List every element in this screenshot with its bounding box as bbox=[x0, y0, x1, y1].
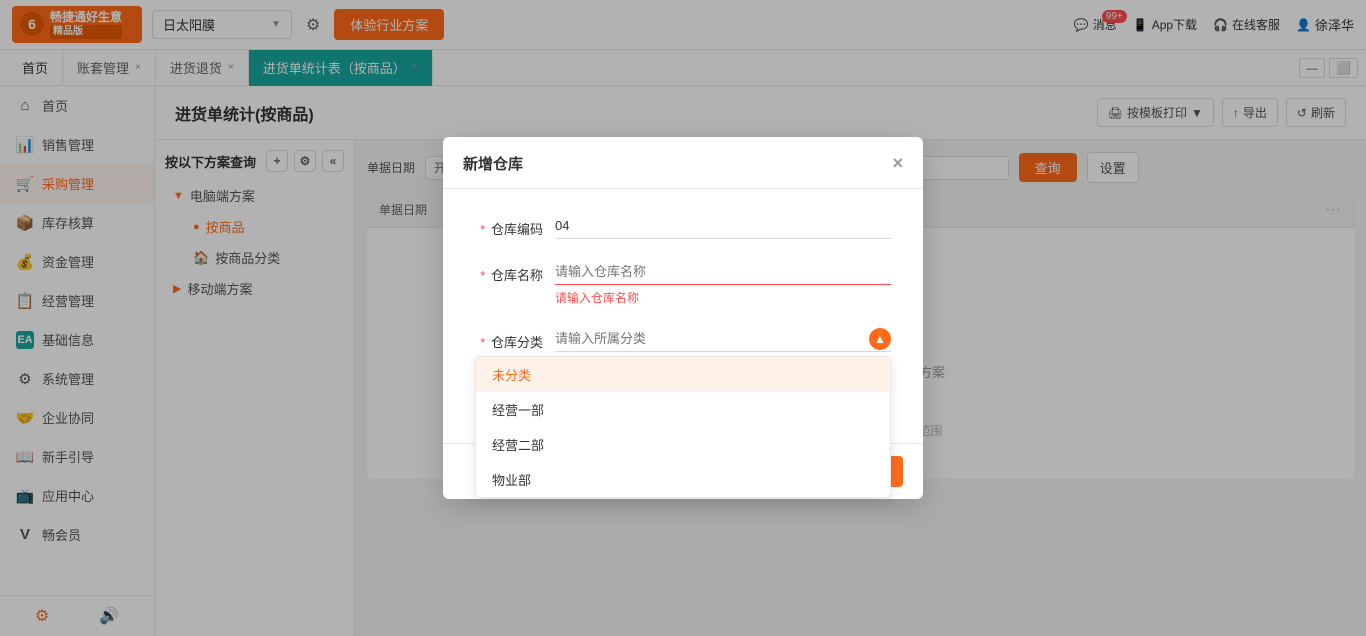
code-input[interactable] bbox=[555, 213, 891, 239]
category-select-input[interactable] bbox=[555, 326, 891, 352]
category-label: * 仓库分类 bbox=[475, 326, 555, 351]
code-label: * 仓库编码 bbox=[475, 213, 555, 238]
name-input[interactable] bbox=[555, 259, 891, 285]
name-error-msg: 请输入仓库名称 bbox=[555, 289, 891, 306]
modal-header: 新增仓库 × bbox=[443, 137, 923, 189]
dropdown-item-property[interactable]: 物业部 bbox=[476, 462, 890, 497]
modal-overlay: 新增仓库 × * 仓库编码 * 仓库名称 bbox=[0, 0, 1366, 636]
category-select-wrapper: ▲ 未分类 经营一部 经营二部 物业部 bbox=[555, 326, 891, 352]
name-field: 请输入仓库名称 bbox=[555, 259, 891, 306]
form-row-code: * 仓库编码 bbox=[475, 213, 891, 239]
form-row-category: * 仓库分类 ▲ 未分类 经营一部 经营二部 物业部 bbox=[475, 326, 891, 352]
category-dropdown-button[interactable]: ▲ bbox=[869, 328, 891, 350]
code-field bbox=[555, 213, 891, 239]
modal-body: * 仓库编码 * 仓库名称 请输入仓库名称 bbox=[443, 189, 923, 443]
dropdown-item-dept2[interactable]: 经营二部 bbox=[476, 427, 890, 462]
form-row-name: * 仓库名称 请输入仓库名称 bbox=[475, 259, 891, 306]
dropdown-item-unclassified[interactable]: 未分类 bbox=[476, 357, 890, 392]
category-dropdown-list: 未分类 经营一部 经营二部 物业部 bbox=[475, 356, 891, 498]
modal-add-warehouse: 新增仓库 × * 仓库编码 * 仓库名称 bbox=[443, 137, 923, 499]
modal-close-button[interactable]: × bbox=[892, 153, 903, 174]
dropdown-item-dept1[interactable]: 经营一部 bbox=[476, 392, 890, 427]
modal-title: 新增仓库 bbox=[463, 153, 523, 174]
category-field: ▲ 未分类 经营一部 经营二部 物业部 bbox=[555, 326, 891, 352]
name-label: * 仓库名称 bbox=[475, 259, 555, 284]
